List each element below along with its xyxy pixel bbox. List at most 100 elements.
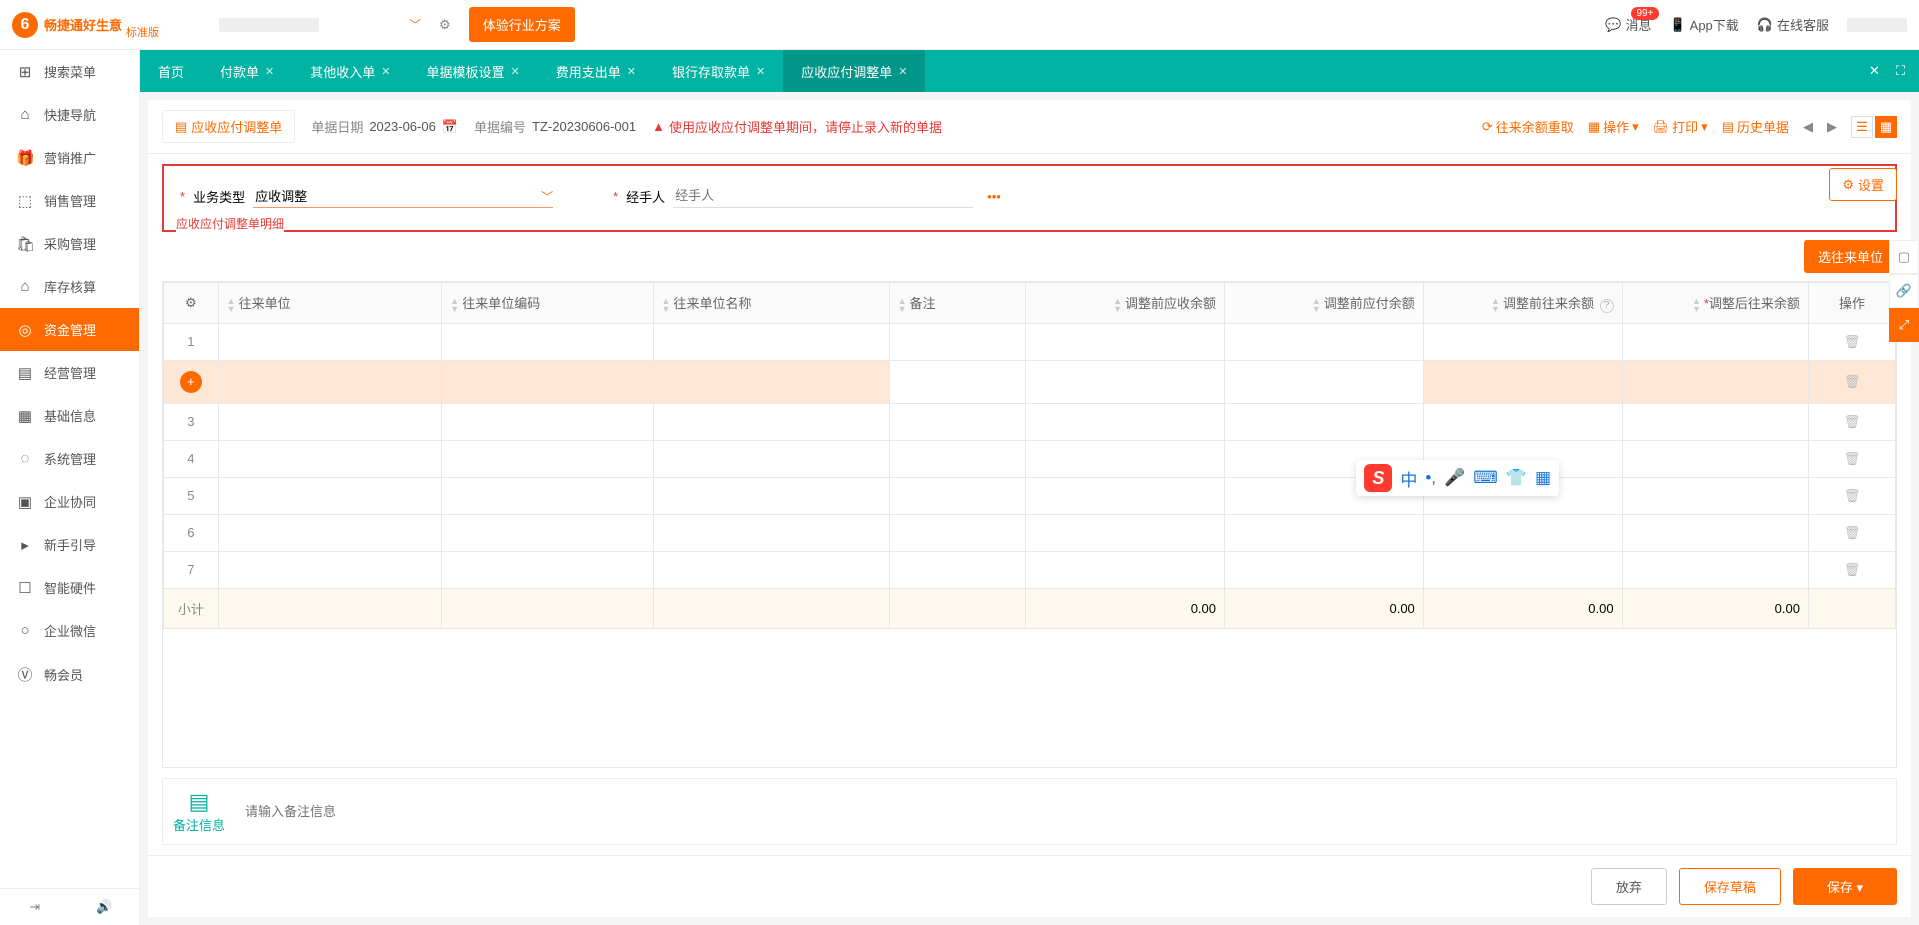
sidebar-item-6[interactable]: ◎资金管理 [0,308,139,351]
op-action[interactable]: ▦ 操作 ▾ [1588,117,1639,136]
fullscreen-icon[interactable]: ⛶ [1892,59,1909,83]
sidebar-item-7[interactable]: ▤经营管理 [0,351,139,394]
close-icon[interactable]: ✕ [265,65,274,78]
sidebar-item-0[interactable]: ⊞搜索菜单 [0,50,139,93]
detail-hint: 应收应付调整单明细 [176,215,284,232]
ime-punct-icon[interactable]: •, [1425,468,1436,488]
sidebar-item-2[interactable]: 🎁营销推广 [0,136,139,179]
sidebar-item-4[interactable]: 🛍采购管理 [0,222,139,265]
company-select[interactable]: ﹀ [219,16,421,33]
tab-3[interactable]: 单据模板设置✕ [408,50,537,92]
sidebar-icon: ◎ [16,321,34,339]
delete-icon[interactable]: 🗑 [1844,525,1861,540]
close-icon[interactable]: ✕ [511,65,520,78]
remark-icon: ▤ 备注信息 [173,789,225,834]
discard-button[interactable]: 放弃 [1591,868,1667,905]
link-icon[interactable]: 🔗 [1889,274,1919,308]
sidebar-label: 经营管理 [44,363,96,382]
view-list-icon[interactable]: ☰ [1851,116,1873,138]
ime-logo-icon: S [1364,464,1392,492]
handler-input[interactable] [673,184,973,208]
ime-toolbar[interactable]: S 中 •, 🎤 ⌨ 👕 ▦ [1356,460,1559,496]
doc-date[interactable]: 2023-06-06 [369,119,436,134]
delete-icon[interactable]: 🗑 [1844,451,1861,466]
date-label: 单据日期 [311,117,363,136]
sidebar-item-9[interactable]: ◌系统管理 [0,437,139,480]
remark-input[interactable] [239,798,1886,825]
ime-lang[interactable]: 中 [1400,466,1417,491]
sidebar-icon: ☐ [16,579,34,597]
gear-icon[interactable]: ⚙ [185,295,197,310]
ime-skin-icon[interactable]: 👕 [1506,468,1527,488]
sidebar: ⊞搜索菜单⌂快捷导航🎁营销推广⬚销售管理🛍采购管理⌂库存核算◎资金管理▤经营管理… [0,50,140,925]
trial-button[interactable]: 体验行业方案 [469,7,575,42]
next-icon[interactable]: ▶ [1827,119,1837,135]
delete-icon[interactable]: 🗑 [1844,488,1861,503]
gear-icon[interactable]: ⚙ [439,17,451,33]
table-row[interactable]: +🗑 [164,360,1896,403]
sidebar-item-14[interactable]: Ⓥ畅会员 [0,652,139,697]
tab-6[interactable]: 应收应付调整单✕ [783,50,925,92]
calendar-icon[interactable]: 📅 [442,119,458,135]
user-avatar[interactable] [1847,18,1907,32]
collapse-icon[interactable]: ⇥ [0,889,70,925]
table-row[interactable]: 1🗑 [164,323,1896,360]
sound-icon[interactable]: 🔊 [70,889,140,925]
tab-2[interactable]: 其他收入单✕ [292,50,408,92]
delete-icon[interactable]: 🗑 [1844,374,1861,389]
print-action[interactable]: 🖨 打印 ▾ [1653,117,1708,136]
save-draft-button[interactable]: 保存草稿 [1679,868,1781,905]
close-icon[interactable]: ✕ [756,65,765,78]
settings-button[interactable]: ⚙ 设置 [1829,168,1897,201]
help-icon[interactable]: ? [1600,299,1614,313]
save-button[interactable]: 保存 ▾ [1793,868,1897,905]
ime-mic-icon[interactable]: 🎤 [1444,468,1465,488]
handler-label: 经手人 [626,187,665,206]
tab-0[interactable]: 首页 [140,50,202,92]
table-row[interactable]: 6🗑 [164,514,1896,551]
select-unit-button[interactable]: 选往来单位 [1804,240,1897,273]
delete-icon[interactable]: 🗑 [1844,414,1861,429]
expand-icon[interactable]: ⤢ [1889,308,1919,342]
sidebar-item-5[interactable]: ⌂库存核算 [0,265,139,308]
sidebar-item-11[interactable]: ▸新手引导 [0,523,139,566]
tab-4[interactable]: 费用支出单✕ [538,50,654,92]
close-all-icon[interactable]: ✕ [1865,59,1884,83]
prev-icon[interactable]: ◀ [1803,119,1813,135]
sidebar-item-12[interactable]: ☐智能硬件 [0,566,139,609]
note-icon[interactable]: ▢ [1889,240,1919,274]
ime-grid-icon[interactable]: ▦ [1535,468,1551,488]
ime-keyboard-icon[interactable]: ⌨ [1473,468,1498,488]
table-row[interactable]: 5🗑 [164,477,1896,514]
reset-balance-action[interactable]: ⟳ 往来余额重取 [1482,117,1574,136]
delete-icon[interactable]: 🗑 [1844,334,1861,349]
sidebar-icon: ▦ [16,407,34,425]
table-row[interactable]: 3🗑 [164,403,1896,440]
delete-icon[interactable]: 🗑 [1844,562,1861,577]
sidebar-item-13[interactable]: ○企业微信 [0,609,139,652]
chevron-down-icon[interactable]: ﹀ [541,188,553,205]
more-icon[interactable]: ••• [987,189,1001,204]
support-link[interactable]: 🎧 在线客服 [1757,15,1829,34]
table-row[interactable]: 7🗑 [164,551,1896,588]
sidebar-item-3[interactable]: ⬚销售管理 [0,179,139,222]
sidebar-label: 采购管理 [44,234,96,253]
close-icon[interactable]: ✕ [627,65,636,78]
sidebar-item-8[interactable]: ▦基础信息 [0,394,139,437]
close-icon[interactable]: ✕ [381,65,390,78]
history-action[interactable]: ▤ 历史单据 [1722,117,1789,136]
table-row[interactable]: 4🗑 [164,440,1896,477]
close-icon[interactable]: ✕ [898,65,907,78]
sidebar-label: 新手引导 [44,535,96,554]
view-grid-icon[interactable]: ▦ [1875,116,1897,138]
tab-1[interactable]: 付款单✕ [202,50,292,92]
biz-type-input[interactable] [253,184,553,208]
sidebar-icon: ▣ [16,493,34,511]
tab-5[interactable]: 银行存取款单✕ [654,50,783,92]
sidebar-item-1[interactable]: ⌂快捷导航 [0,93,139,136]
messages-link[interactable]: 💬 消息 99+ [1605,15,1651,34]
add-row-icon[interactable]: + [180,371,202,393]
app-download-link[interactable]: 📱 App下载 [1669,15,1738,34]
sidebar-bottom: ⇥ 🔊 [0,888,139,925]
sidebar-item-10[interactable]: ▣企业协同 [0,480,139,523]
